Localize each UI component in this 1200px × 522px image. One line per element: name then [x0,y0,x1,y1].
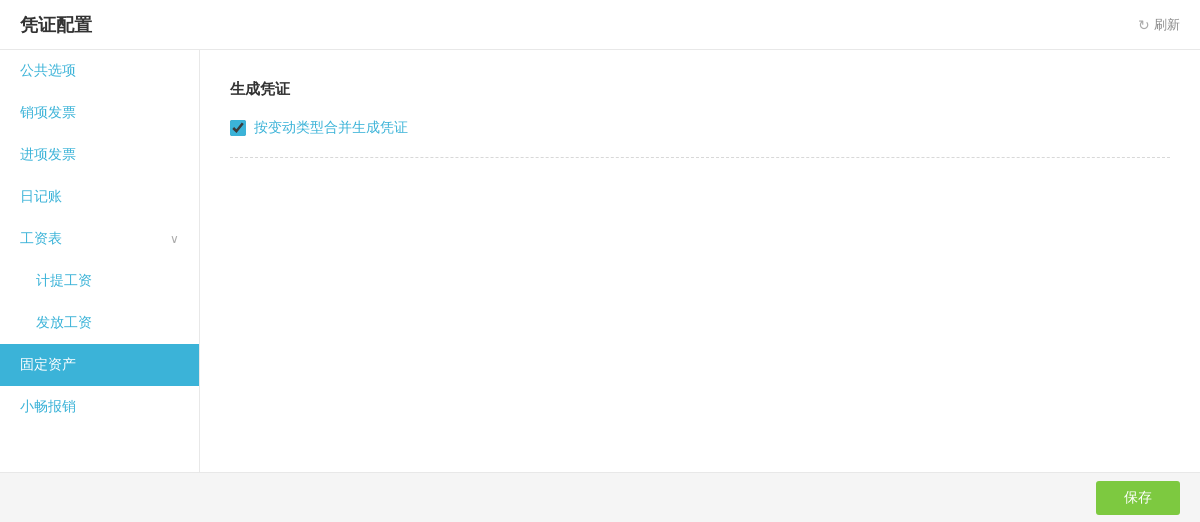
sidebar-item-label: 小畅报销 [20,398,76,416]
main-content: 生成凭证 按变动类型合并生成凭证 [200,50,1200,472]
sidebar-item-public-options[interactable]: 公共选项 [0,50,199,92]
merge-checkbox[interactable] [230,120,246,136]
refresh-label: 刷新 [1154,16,1180,34]
sidebar-item-accrual-salary[interactable]: 计提工资 [0,260,199,302]
checkbox-row: 按变动类型合并生成凭证 [230,119,1170,137]
chevron-down-icon: ∨ [170,232,179,246]
footer: 保存 [0,472,1200,522]
page-title: 凭证配置 [20,13,92,37]
refresh-icon: ↻ [1138,17,1150,33]
page-wrapper: 凭证配置 ↻ 刷新 公共选项销项发票进项发票日记账工资表 ∨ 计提工资发放工资固定资… [0,0,1200,522]
section-title: 生成凭证 [230,80,1170,99]
sidebar-item-label: 销项发票 [20,104,76,122]
sidebar-item-label: 工资表 [20,230,62,248]
sidebar-item-fixed-assets[interactable]: 固定资产 [0,344,199,386]
body-wrapper: 公共选项销项发票进项发票日记账工资表 ∨ 计提工资发放工资固定资产小畅报销 生成凭证… [0,50,1200,472]
save-button[interactable]: 保存 [1096,481,1180,515]
sidebar-item-label: 固定资产 [20,356,76,374]
sidebar-item-label: 计提工资 [36,272,92,290]
sidebar-item-pay-salary[interactable]: 发放工资 [0,302,199,344]
header: 凭证配置 ↻ 刷新 [0,0,1200,50]
divider [230,157,1170,158]
sidebar-item-label: 进项发票 [20,146,76,164]
sidebar: 公共选项销项发票进项发票日记账工资表 ∨ 计提工资发放工资固定资产小畅报销 [0,50,200,472]
sidebar-item-journal[interactable]: 日记账 [0,176,199,218]
sidebar-item-label: 发放工资 [36,314,92,332]
sidebar-item-payroll-sheet[interactable]: 工资表 ∨ [0,218,199,260]
sidebar-item-sales-invoice[interactable]: 销项发票 [0,92,199,134]
merge-checkbox-label[interactable]: 按变动类型合并生成凭证 [254,119,408,137]
sidebar-item-petty-expense[interactable]: 小畅报销 [0,386,199,428]
sidebar-item-label: 公共选项 [20,62,76,80]
sidebar-item-label: 日记账 [20,188,62,206]
sidebar-item-purchase-invoice[interactable]: 进项发票 [0,134,199,176]
refresh-button[interactable]: ↻ 刷新 [1138,16,1180,34]
